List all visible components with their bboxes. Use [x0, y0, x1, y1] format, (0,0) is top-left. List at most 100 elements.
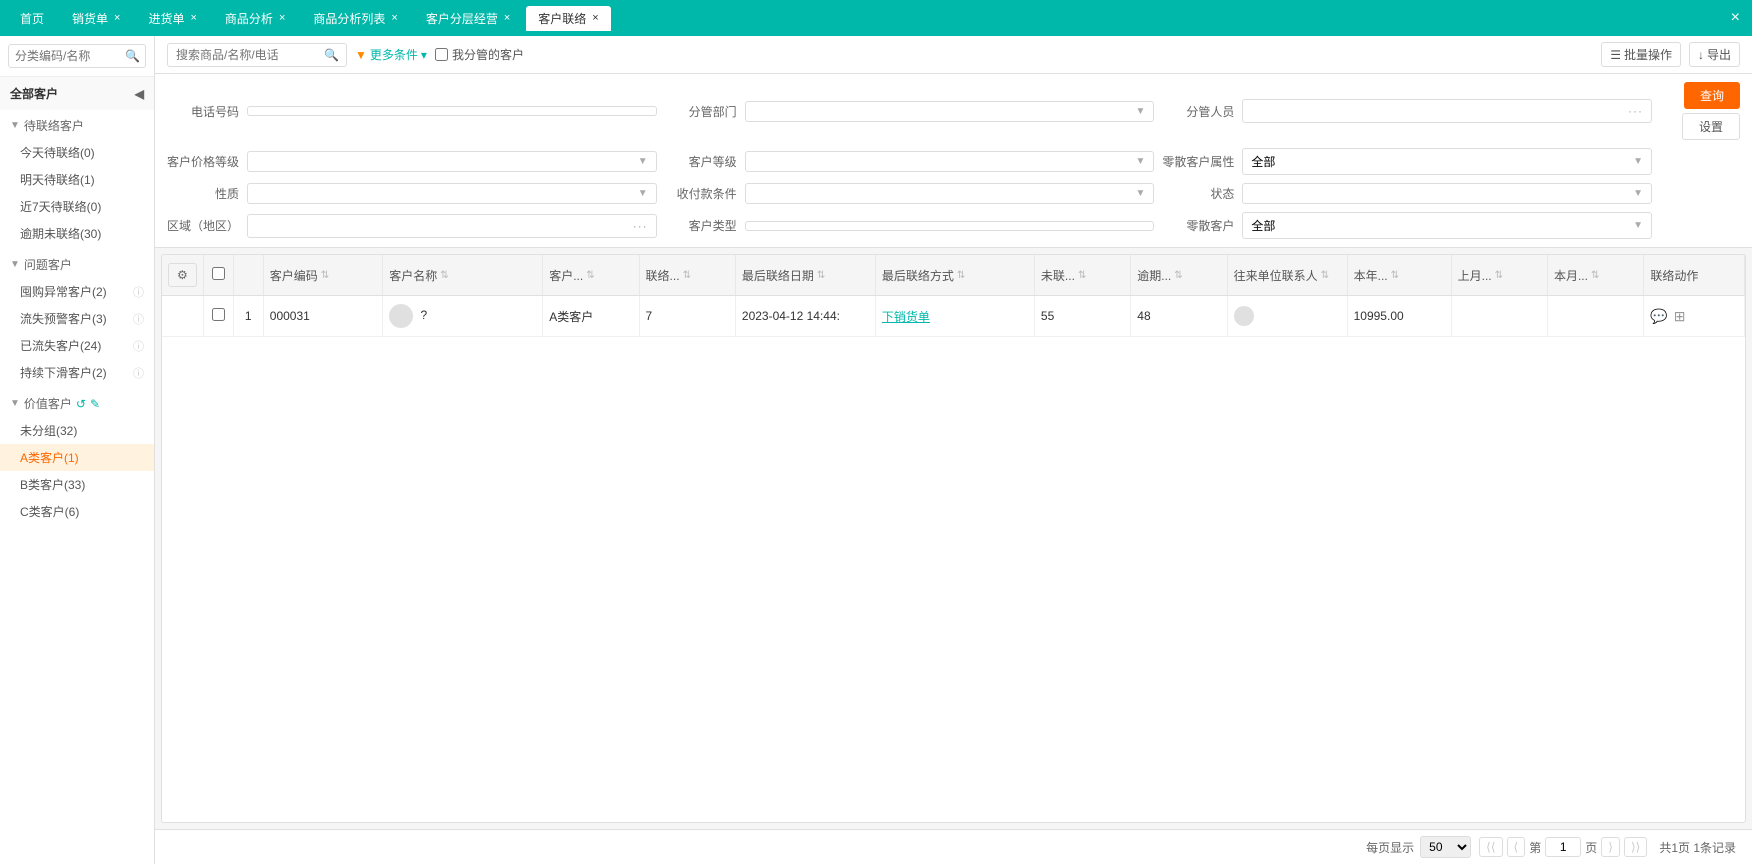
sidebar-search-icon[interactable]: 🔍 [125, 49, 140, 63]
sidebar-item-overdue-contact[interactable]: 逾期未联络(30) [0, 220, 154, 247]
select-all-checkbox[interactable] [212, 267, 225, 280]
this-month-sort-icon[interactable]: ⇅ [1591, 270, 1599, 281]
filter-row-4: 区域（地区） ··· 客户类型 零散客户 全部 ▼ [167, 212, 1740, 239]
customer-grade-select[interactable]: ▼ [745, 151, 1155, 172]
row-gear-cell [162, 296, 203, 337]
sidebar-item-b-class[interactable]: B类客户(33) [0, 471, 154, 498]
close-purchase-order-icon[interactable]: × [190, 12, 196, 24]
page-controls: ⟨⟨ ⟨ 第 页 ⟩ ⟩⟩ 共1页 1条记录 [1479, 837, 1736, 857]
filter-search-area: 🔍 [167, 43, 347, 67]
sidebar-collapse-icon[interactable]: ◀ [135, 87, 144, 101]
per-page-select[interactable]: 50 100 200 [1420, 836, 1471, 858]
nature-select[interactable]: ▼ [247, 183, 657, 204]
row-this-month-cell [1547, 296, 1643, 337]
batch-operation-button[interactable]: ☰ 批量操作 [1601, 42, 1681, 67]
dept-select[interactable]: ▼ [745, 101, 1155, 122]
sidebar-item-hoarding-abnormal[interactable]: 囤购异常客户(2) ⓘ [0, 278, 154, 305]
prev-page-button[interactable]: ⟨ [1507, 837, 1526, 857]
sidebar-item-tomorrow-pending[interactable]: 明天待联络(1) [0, 166, 154, 193]
sidebar-item-today-pending[interactable]: 今天待联络(0) [0, 139, 154, 166]
code-sort-icon[interactable]: ⇅ [321, 270, 329, 281]
filter-actions: ☰ 批量操作 ↓ 导出 [1601, 42, 1740, 67]
nav-customer-contact[interactable]: 客户联络 × [526, 6, 610, 31]
sidebar-search-area: 🔍 [0, 36, 154, 77]
close-all-button[interactable]: × [1731, 9, 1740, 27]
arrow-down-icon-2: ▼ [10, 259, 20, 270]
row-action-cell: 💬 ⊞ [1644, 296, 1745, 337]
sidebar-item-7days-pending[interactable]: 近7天待联络(0) [0, 193, 154, 220]
nav-purchase-order[interactable]: 进货单 × [136, 6, 208, 31]
retail-attr-select[interactable]: 全部 ▼ [1242, 148, 1652, 175]
nav-product-analysis[interactable]: 商品分析 × [213, 6, 297, 31]
overdue-sort-icon[interactable]: ⇅ [1174, 270, 1182, 281]
region-select[interactable]: ··· [247, 214, 657, 238]
filter-search-icon[interactable]: 🔍 [324, 48, 339, 62]
export-button[interactable]: ↓ 导出 [1689, 42, 1740, 67]
nav-customer-segmentation[interactable]: 客户分层经营 × [414, 6, 522, 31]
last-method-sort-icon[interactable]: ⇅ [957, 270, 965, 281]
next-page-button[interactable]: ⟩ [1601, 837, 1620, 857]
last-page-button[interactable]: ⟩⟩ [1624, 837, 1647, 857]
settings-button[interactable]: 设置 [1682, 113, 1740, 140]
sidebar-section-value-title[interactable]: ▼ 价值客户 ↺ ✎ [0, 390, 154, 417]
close-product-analysis-list-icon[interactable]: × [391, 12, 397, 24]
manager-filter-field: 分管人员 ··· [1162, 99, 1652, 123]
first-page-button[interactable]: ⟨⟨ [1479, 837, 1502, 857]
nav-home[interactable]: 首页 [8, 6, 56, 31]
arrow-down-icon: ▼ [10, 120, 20, 131]
chat-action-icon[interactable]: 💬 [1650, 308, 1667, 325]
contact-sort-icon[interactable]: ⇅ [683, 270, 691, 281]
payment-select[interactable]: ▼ [745, 183, 1155, 204]
status-select[interactable]: ▼ [1242, 183, 1652, 204]
price-grade-select[interactable]: ▼ [247, 151, 657, 172]
close-customer-contact-icon[interactable]: × [592, 12, 598, 24]
column-action: 联络动作 [1644, 255, 1745, 296]
sidebar-item-churned[interactable]: 已流失客户(24) ⓘ [0, 332, 154, 359]
column-settings-button[interactable]: ⚙ [168, 263, 197, 287]
sidebar-item-ungrouped[interactable]: 未分组(32) [0, 417, 154, 444]
payment-label: 收付款条件 [665, 185, 745, 202]
grade-sort-icon[interactable]: ⇅ [586, 270, 594, 281]
nature-chevron-icon: ▼ [638, 188, 648, 199]
my-customers-filter[interactable]: 我分管的客户 [435, 46, 524, 63]
sidebar-section-pending-title[interactable]: ▼ 待联络客户 [0, 112, 154, 139]
qr-action-icon[interactable]: ⊞ [1674, 308, 1686, 325]
last-contact-method-link[interactable]: 下销货单 [882, 310, 930, 324]
customer-type-input[interactable] [745, 221, 1155, 231]
retail-attr-chevron-icon: ▼ [1633, 156, 1643, 167]
page-number-input[interactable] [1545, 837, 1581, 857]
sidebar-item-declining[interactable]: 持续下滑客户(2) ⓘ [0, 359, 154, 386]
action-icons-group: 💬 ⊞ [1650, 308, 1738, 325]
row-checkbox[interactable] [212, 308, 225, 321]
my-customers-checkbox[interactable] [435, 48, 448, 61]
region-filter-field: 区域（地区） ··· [167, 214, 657, 238]
edit-icon[interactable]: ✎ [90, 397, 100, 411]
last-month-sort-icon[interactable]: ⇅ [1495, 270, 1503, 281]
more-filters-button[interactable]: ▼ 更多条件 ▾ [355, 46, 427, 63]
close-sales-order-icon[interactable]: × [114, 12, 120, 24]
filter-bar: 🔍 ▼ 更多条件 ▾ 我分管的客户 ☰ 批量操作 ↓ 导出 [155, 36, 1752, 74]
manager-select[interactable]: ··· [1242, 99, 1652, 123]
sidebar-section-problems-title[interactable]: ▼ 问题客户 [0, 251, 154, 278]
table-row: 1 000031 ? A类客户 7 [162, 296, 1745, 337]
close-product-analysis-icon[interactable]: × [279, 12, 285, 24]
sidebar-item-churn-warning[interactable]: 流失预警客户(3) ⓘ [0, 305, 154, 332]
close-customer-segmentation-icon[interactable]: × [504, 12, 510, 24]
arrow-down-icon-3: ▼ [10, 398, 20, 409]
column-grade: 客户... ⇅ [543, 255, 639, 296]
company-contact-sort-icon[interactable]: ⇅ [1321, 270, 1329, 281]
this-year-sort-icon[interactable]: ⇅ [1391, 270, 1399, 281]
query-button[interactable]: 查询 [1684, 82, 1740, 109]
nav-product-analysis-list[interactable]: 商品分析列表 × [301, 6, 409, 31]
not-contacted-sort-icon[interactable]: ⇅ [1078, 270, 1086, 281]
sidebar-item-a-class[interactable]: A类客户(1) [0, 444, 154, 471]
retail-customer-select[interactable]: 全部 ▼ [1242, 212, 1652, 239]
filter-search-input[interactable] [167, 43, 347, 67]
content-area: 🔍 ▼ 更多条件 ▾ 我分管的客户 ☰ 批量操作 ↓ 导出 [155, 36, 1752, 864]
last-date-sort-icon[interactable]: ⇅ [817, 270, 825, 281]
name-sort-icon[interactable]: ⇅ [440, 270, 448, 281]
phone-input[interactable] [247, 106, 657, 116]
nav-sales-order[interactable]: 销货单 × [60, 6, 132, 31]
sidebar-item-c-class[interactable]: C类客户(6) [0, 498, 154, 525]
refresh-icon[interactable]: ↺ [76, 397, 86, 411]
